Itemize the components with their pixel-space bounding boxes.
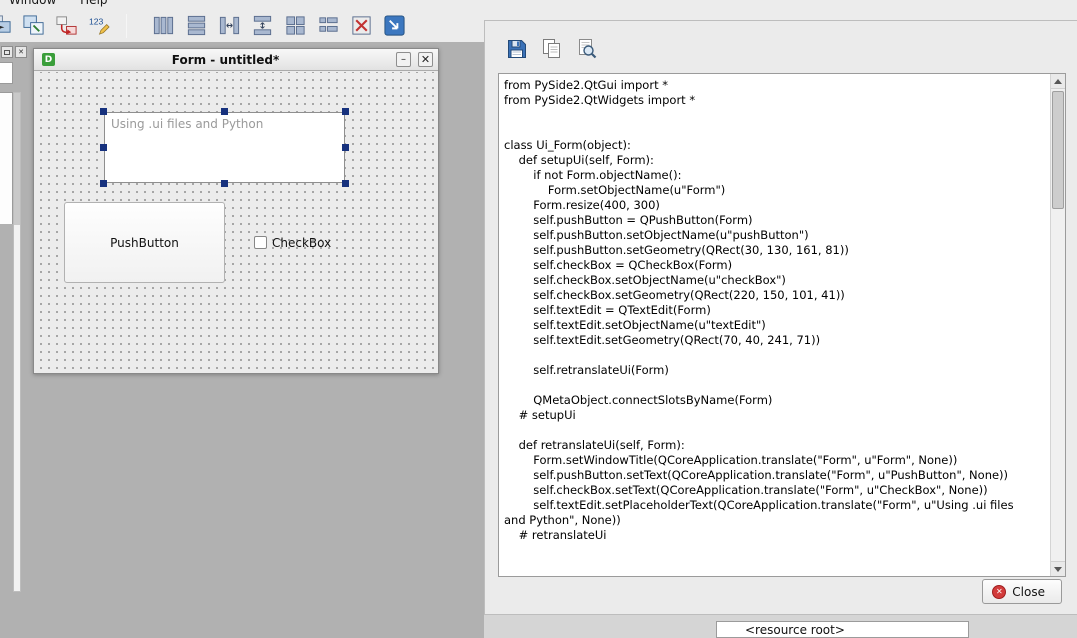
textedit-widget[interactable]: Using .ui files and Python bbox=[104, 112, 345, 183]
resource-browser-item[interactable]: <resource root> bbox=[716, 621, 969, 638]
form-window-titlebar[interactable]: D Form - untitled* – ✕ bbox=[34, 49, 438, 71]
form-canvas[interactable]: Using .ui files and Python PushButton Ch… bbox=[34, 72, 438, 373]
svg-text:123: 123 bbox=[89, 17, 104, 27]
selection-handle-n[interactable] bbox=[221, 108, 228, 115]
widgetbox-scrollbar[interactable] bbox=[13, 92, 21, 592]
code-editor[interactable]: from PySide2.QtGui import * from PySide2… bbox=[498, 73, 1066, 577]
lay-out-vertical-splitter-button[interactable] bbox=[250, 13, 275, 38]
lay-out-form-layout-button[interactable] bbox=[316, 13, 341, 38]
selection-handle-s[interactable] bbox=[221, 180, 228, 187]
pushbutton-widget[interactable]: PushButton bbox=[64, 202, 225, 283]
selection-handle-ne[interactable] bbox=[342, 108, 349, 115]
dock-float-icon bbox=[4, 50, 10, 55]
scrollbar-thumb[interactable] bbox=[1052, 91, 1064, 209]
scroll-down-arrow-button[interactable] bbox=[1051, 561, 1065, 576]
textedit-placeholder-text: Using .ui files and Python bbox=[104, 112, 345, 183]
break-layout-button[interactable] bbox=[349, 13, 374, 38]
scroll-up-arrow-button[interactable] bbox=[1051, 74, 1065, 89]
menu-help[interactable]: Help bbox=[80, 0, 107, 7]
adjust-size-icon bbox=[383, 14, 406, 37]
close-red-circle-icon: ✕ bbox=[992, 585, 1006, 599]
edit-signals-slots-icon bbox=[22, 14, 45, 37]
selection-handle-nw[interactable] bbox=[100, 108, 107, 115]
lay-out-grid-icon bbox=[284, 14, 307, 37]
dock-close-button[interactable]: ✕ bbox=[15, 46, 27, 58]
menubar: Window Help bbox=[0, 0, 1077, 9]
widgetbox-scrollbar-thumb[interactable] bbox=[14, 93, 20, 225]
close-button-label: Close bbox=[1012, 585, 1045, 599]
edit-buddies-button[interactable] bbox=[54, 13, 79, 38]
form-close-button[interactable]: ✕ bbox=[418, 52, 433, 67]
adjust-size-button[interactable] bbox=[382, 13, 407, 38]
selection-handle-w[interactable] bbox=[100, 144, 107, 151]
dock-float-button[interactable] bbox=[1, 46, 13, 58]
edit-tab-order-button[interactable]: 123 bbox=[87, 13, 112, 38]
find-button[interactable] bbox=[574, 36, 600, 62]
widgetbox-filter-input[interactable] bbox=[0, 62, 13, 84]
checkbox-widget[interactable]: CheckBox bbox=[254, 222, 355, 263]
lay-out-horizontal-splitter-button[interactable] bbox=[217, 13, 242, 38]
copy-button[interactable] bbox=[539, 36, 565, 62]
checkbox-indicator bbox=[254, 236, 267, 249]
widgetbox-list-fragment bbox=[0, 92, 13, 224]
break-layout-icon bbox=[350, 14, 373, 37]
lay-out-horizontally-button[interactable] bbox=[151, 13, 176, 38]
form-window: D Form - untitled* – ✕ Using .ui files a… bbox=[33, 48, 439, 374]
checkbox-label: CheckBox bbox=[272, 236, 331, 250]
selection-handle-sw[interactable] bbox=[100, 180, 107, 187]
edit-widgets-button[interactable] bbox=[0, 13, 13, 38]
lay-out-horizontally-icon bbox=[152, 14, 175, 37]
code-preview-dialog: from PySide2.QtGui import * from PySide2… bbox=[484, 20, 1077, 615]
lay-out-grid-button[interactable] bbox=[283, 13, 308, 38]
lay-out-horizontal-splitter-icon bbox=[218, 14, 241, 37]
resource-root-label: <resource root> bbox=[745, 623, 845, 637]
dock-close-icon: ✕ bbox=[18, 48, 24, 56]
code-vertical-scrollbar[interactable] bbox=[1050, 74, 1065, 576]
toolbar-separator bbox=[126, 14, 127, 38]
code-dialog-toolbar bbox=[504, 36, 600, 62]
lay-out-vertically-icon bbox=[185, 14, 208, 37]
selection-handle-se[interactable] bbox=[342, 180, 349, 187]
edit-signals-slots-button[interactable] bbox=[21, 13, 46, 38]
close-button[interactable]: ✕ Close bbox=[982, 579, 1062, 604]
form-window-title: Form - untitled* bbox=[59, 53, 392, 67]
edit-widgets-icon bbox=[0, 14, 12, 37]
find-icon bbox=[575, 37, 599, 61]
edit-tab-order-icon: 123 bbox=[88, 14, 111, 37]
edit-buddies-icon bbox=[55, 14, 78, 37]
designer-file-icon: D bbox=[42, 53, 55, 66]
copy-icon bbox=[540, 37, 564, 61]
code-text: from PySide2.QtGui import * from PySide2… bbox=[499, 74, 1065, 547]
lay-out-form-layout-icon bbox=[317, 14, 340, 37]
menu-window[interactable]: Window bbox=[9, 0, 56, 7]
save-button[interactable] bbox=[504, 36, 530, 62]
save-icon bbox=[505, 37, 529, 61]
form-minimize-button[interactable]: – bbox=[396, 52, 411, 67]
lay-out-vertical-splitter-icon bbox=[251, 14, 274, 37]
selection-handle-e[interactable] bbox=[342, 144, 349, 151]
lay-out-vertically-button[interactable] bbox=[184, 13, 209, 38]
